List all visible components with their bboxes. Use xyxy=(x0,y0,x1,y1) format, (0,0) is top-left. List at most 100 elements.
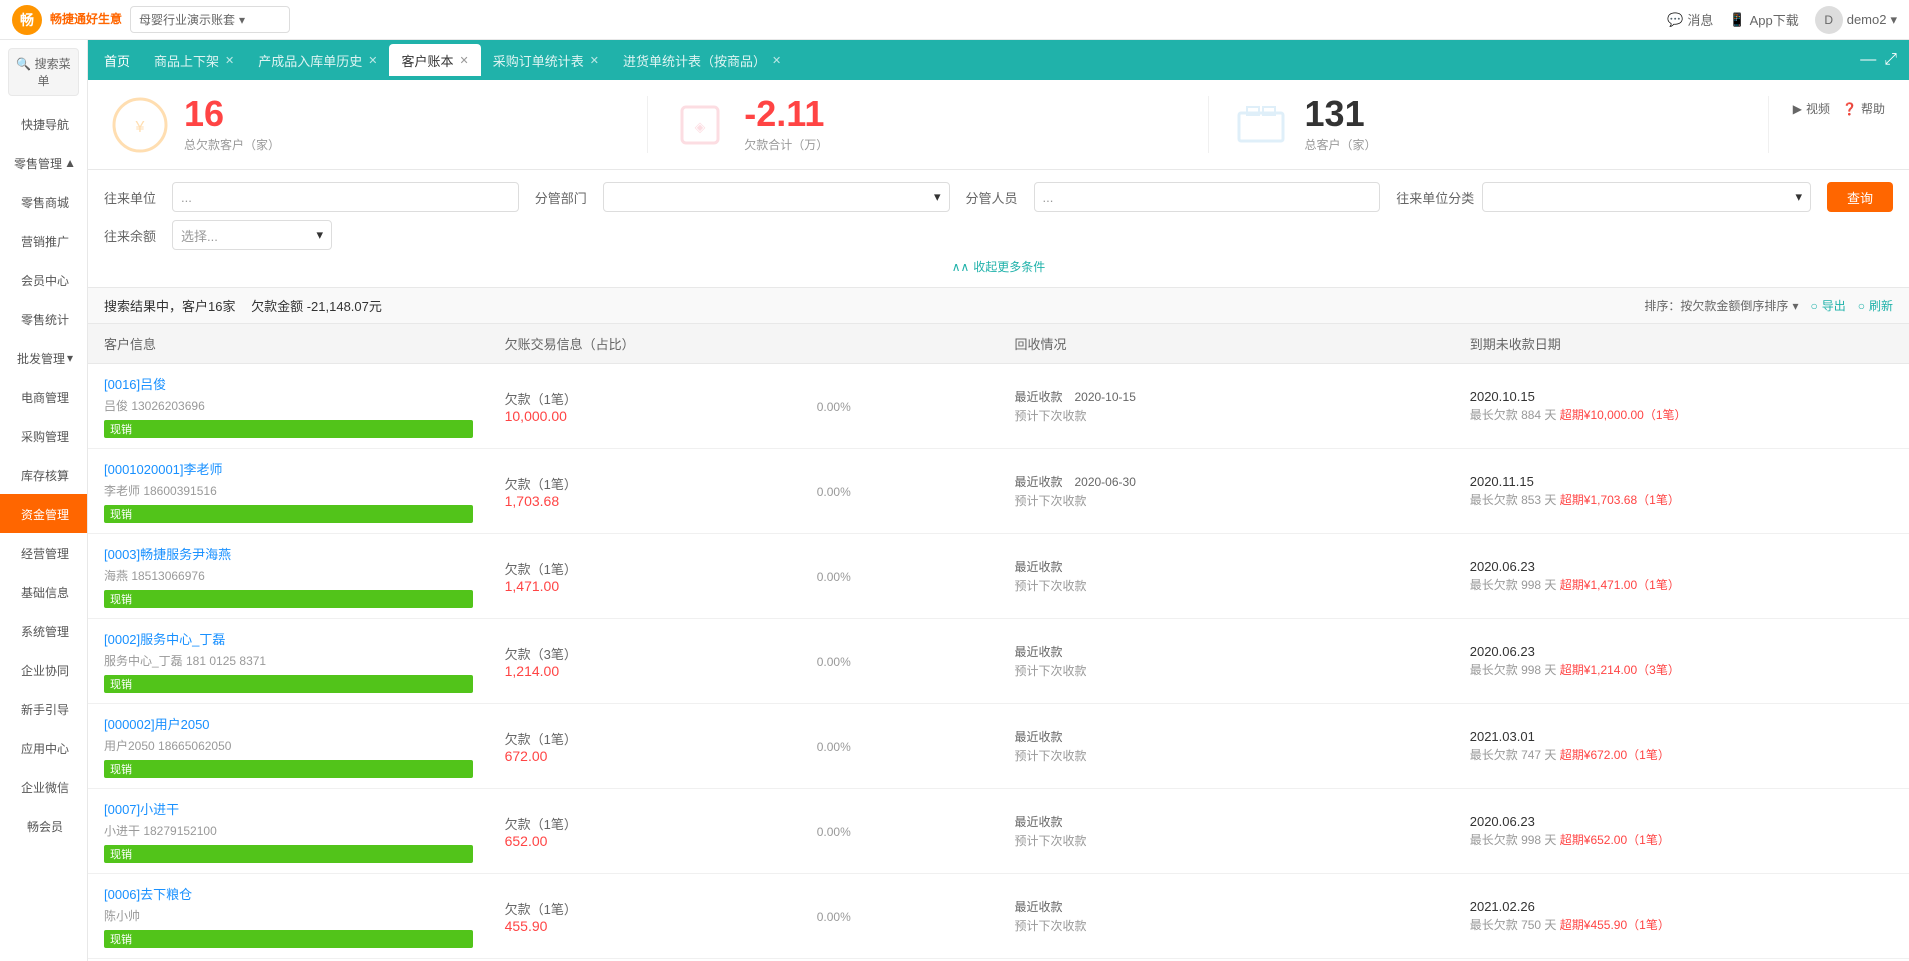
debt-amount[interactable]: 1,471.00 xyxy=(505,578,785,594)
tab-customer-account[interactable]: 客户账本 ✕ xyxy=(389,44,480,76)
debt-amount[interactable]: 455.90 xyxy=(505,918,785,934)
tabs-minimize-button[interactable]: — xyxy=(1860,51,1876,69)
tab-close-icon[interactable]: ✕ xyxy=(460,54,469,67)
sidebar-item-marketing[interactable]: 营销推广 xyxy=(0,221,87,260)
next-collection: 预计下次收款 xyxy=(1014,407,1437,424)
debt-percentage-cell: 0.00% xyxy=(801,874,999,959)
chevron-down-icon: ▾ xyxy=(1890,12,1897,28)
tabs-bar: 首页 商品上下架 ✕ 产成品入库单历史 ✕ 客户账本 ✕ 采购订单统计表 ✕ xyxy=(88,40,1909,80)
sidebar-item-vip[interactable]: 畅会员 xyxy=(0,806,87,845)
sidebar-item-retail-stats[interactable]: 零售统计 xyxy=(0,299,87,338)
overdue-link[interactable]: 超期¥1,703.68（1笔） xyxy=(1560,493,1680,507)
person-input[interactable]: ... xyxy=(1034,182,1381,212)
debt-amount[interactable]: 10,000.00 xyxy=(505,408,785,424)
sidebar-item-basic-info[interactable]: 基础信息 xyxy=(0,572,87,611)
sidebar-item-retail-mgmt[interactable]: 零售管理 ▲ xyxy=(0,143,87,182)
sidebar-item-finance[interactable]: 资金管理 xyxy=(0,494,87,533)
tab-products[interactable]: 商品上下架 ✕ xyxy=(142,44,246,76)
export-button[interactable]: ○ 导出 xyxy=(1810,297,1845,314)
overdue-link[interactable]: 超期¥1,471.00（1笔） xyxy=(1560,578,1680,592)
customer-name-link[interactable]: [0007]小进干 xyxy=(104,799,473,818)
unit-category-select[interactable]: ▾ xyxy=(1482,182,1811,212)
last-collection: 最近收款 2020-06-30 xyxy=(1014,473,1437,490)
customer-name-link[interactable]: [0006]去下粮仓 xyxy=(104,884,473,903)
dept-label: 分管部门 xyxy=(535,188,595,207)
tab-home[interactable]: 首页 xyxy=(92,44,142,76)
logo-icon: 畅 xyxy=(12,5,42,35)
search-menu-button[interactable]: 🔍 搜索菜单 xyxy=(8,48,79,96)
customer-name-link[interactable]: [0016]吕俊 xyxy=(104,374,473,393)
table-row: [0001020001]李老师 李老师 18600391516 现销 欠款（1笔… xyxy=(88,449,1909,534)
debt-amount[interactable]: 652.00 xyxy=(505,833,785,849)
sidebar-item-system[interactable]: 系统管理 xyxy=(0,611,87,650)
due-date: 2021.02.26 xyxy=(1470,899,1893,914)
customer-name-link[interactable]: [000002]用户2050 xyxy=(104,714,473,733)
sidebar-item-label: 会员中心 xyxy=(11,272,79,289)
sidebar-item-ecommerce[interactable]: 电商管理 xyxy=(0,377,87,416)
customer-meta: 服务中心_丁磊 181 0125 8371 xyxy=(104,652,473,669)
overdue-link[interactable]: 超期¥10,000.00（1笔） xyxy=(1560,408,1687,422)
tab-close-icon[interactable]: ✕ xyxy=(590,54,599,67)
tab-close-icon[interactable]: ✕ xyxy=(225,54,234,67)
sidebar-item-quick-nav[interactable]: 快捷导航 xyxy=(0,104,87,143)
next-collection: 预计下次收款 xyxy=(1014,577,1437,594)
message-button[interactable]: 💬 消息 xyxy=(1667,10,1713,29)
collapse-button[interactable]: ∧∧ 收起更多条件 xyxy=(952,258,1046,275)
overdue-link[interactable]: 超期¥455.90（1笔） xyxy=(1560,918,1670,932)
overdue-days: 最长欠款 884 天 超期¥10,000.00（1笔） xyxy=(1470,406,1893,423)
store-selector[interactable]: 母婴行业演示账套 ▾ xyxy=(130,6,290,33)
customer-info: [0016]吕俊 吕俊 13026203696 现销 xyxy=(104,374,473,438)
refresh-button[interactable]: ○ 刷新 xyxy=(1858,297,1893,314)
overdue-link[interactable]: 超期¥652.00（1笔） xyxy=(1560,833,1670,847)
sidebar-item-enterprise[interactable]: 企业协同 xyxy=(0,650,87,689)
stat-debtors: ¥ 16 总欠款客户（家） xyxy=(112,96,648,153)
sidebar-item-newcomer[interactable]: 新手引导 xyxy=(0,689,87,728)
customer-tag: 现销 xyxy=(104,505,473,523)
total-customers-value: 131 xyxy=(1305,96,1744,132)
stats-row: ¥ 16 总欠款客户（家） ◈ xyxy=(88,80,1909,170)
results-bar: 搜索结果中，客户16家 欠款金额 -21,148.07元 排序：按欠款金额倒序排… xyxy=(88,288,1909,324)
chevron-up-icon: ∧∧ xyxy=(952,260,970,274)
tab-production[interactable]: 产成品入库单历史 ✕ xyxy=(246,44,389,76)
sidebar-item-member[interactable]: 会员中心 xyxy=(0,260,87,299)
overdue-link[interactable]: 超期¥1,214.00（3笔） xyxy=(1560,663,1680,677)
sidebar-item-retail-store[interactable]: 零售商城 xyxy=(0,182,87,221)
search-button[interactable]: 查询 xyxy=(1827,182,1893,212)
due-date: 2020.10.15 xyxy=(1470,389,1893,404)
customer-name-link[interactable]: [0002]服务中心_丁磊 xyxy=(104,629,473,648)
total-customers-icon xyxy=(1233,97,1289,153)
sort-selector[interactable]: 排序：按欠款金额倒序排序 ▾ xyxy=(1644,297,1798,314)
help-button[interactable]: ❓ 帮助 xyxy=(1842,100,1885,117)
balance-select[interactable]: 选择... ▾ xyxy=(172,220,332,250)
tabs-expand-button[interactable]: ⤢ xyxy=(1884,51,1897,69)
user-menu[interactable]: D demo2 ▾ xyxy=(1815,6,1897,34)
sidebar-item-ops[interactable]: 经营管理 xyxy=(0,533,87,572)
debt-amount[interactable]: 1,703.68 xyxy=(505,493,785,509)
debt-count-cell: 欠款（1笔） 10,000.00 xyxy=(489,364,801,449)
app-download-button[interactable]: 📱 App下载 xyxy=(1729,10,1798,29)
dept-select[interactable]: ▾ xyxy=(603,182,950,212)
tab-label: 采购订单统计表 xyxy=(493,51,584,70)
sidebar-item-app-center[interactable]: 应用中心 xyxy=(0,728,87,767)
recovery-cell: 最近收款 预计下次收款 xyxy=(998,789,1453,874)
sidebar-item-purchase[interactable]: 采购管理 xyxy=(0,416,87,455)
sidebar-item-wechat[interactable]: 企业微信 xyxy=(0,767,87,806)
sidebar-item-batch-mgmt[interactable]: 批发管理 ▾ xyxy=(0,338,87,377)
last-collection: 最近收款 xyxy=(1014,898,1437,915)
source-unit-input[interactable]: ... xyxy=(172,182,519,212)
customer-tag: 现销 xyxy=(104,590,473,608)
overdue-link[interactable]: 超期¥672.00（1笔） xyxy=(1560,748,1670,762)
tab-purchase-order[interactable]: 采购订单统计表 ✕ xyxy=(481,44,611,76)
tab-import-stats[interactable]: 进货单统计表（按商品） ✕ xyxy=(611,44,793,76)
customer-name-link[interactable]: [0001020001]李老师 xyxy=(104,459,473,478)
top-bar: 畅 畅捷通好生意 母婴行业演示账套 ▾ 💬 消息 📱 App下载 D demo2… xyxy=(0,0,1909,40)
tab-close-icon[interactable]: ✕ xyxy=(368,54,377,67)
tab-close-icon[interactable]: ✕ xyxy=(772,54,781,67)
debt-amount[interactable]: 672.00 xyxy=(505,748,785,764)
tabs-right-actions: — ⤢ xyxy=(1860,51,1905,69)
sidebar-item-inventory[interactable]: 库存核算 xyxy=(0,455,87,494)
video-button[interactable]: ▶ 视频 xyxy=(1793,100,1830,117)
debt-amount[interactable]: 1,214.00 xyxy=(505,663,785,679)
col-customer-info: 客户信息 xyxy=(88,324,489,364)
customer-name-link[interactable]: [0003]畅捷服务尹海燕 xyxy=(104,544,473,563)
